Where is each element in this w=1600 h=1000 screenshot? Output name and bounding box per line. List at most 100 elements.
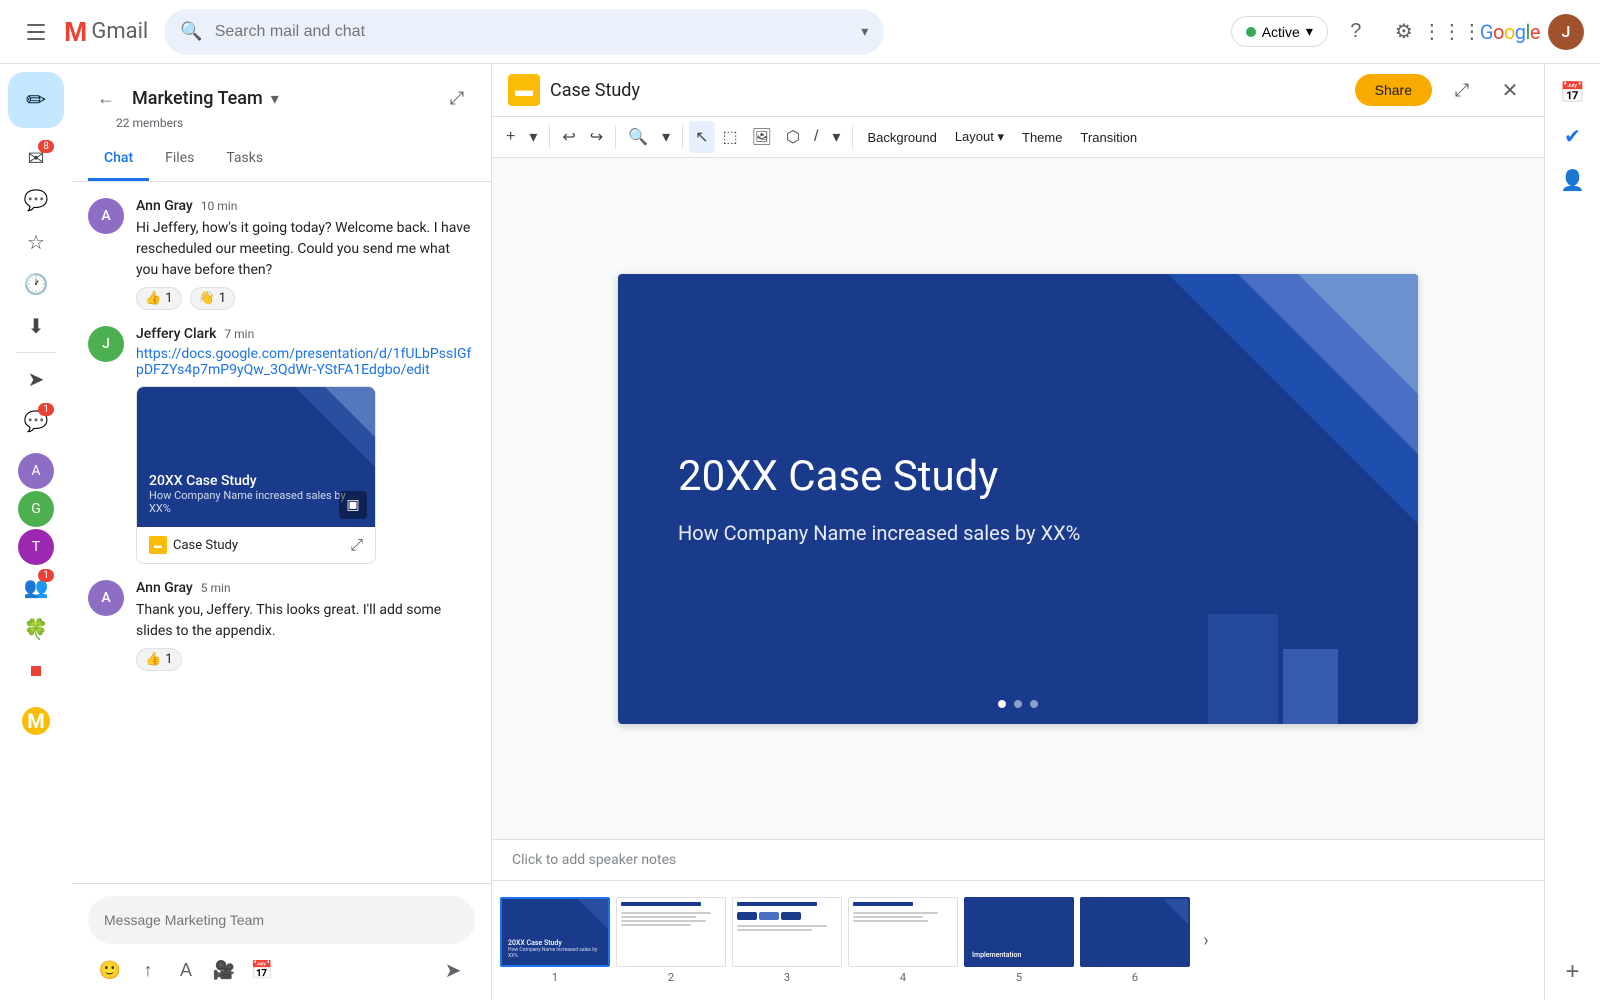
chat-icon: 💬 <box>24 188 49 212</box>
emoji-button[interactable]: 🙂 <box>92 952 128 988</box>
select-tool-button[interactable]: ↖ <box>689 121 714 153</box>
line-dropdown-button[interactable]: ▾ <box>826 121 846 153</box>
format-button[interactable]: A <box>168 952 204 988</box>
filmstrip-tri-6 <box>1163 899 1188 924</box>
hamburger-button[interactable] <box>16 12 56 52</box>
help-button[interactable]: ? <box>1336 12 1376 52</box>
attachment-subtitle: How Company Name increased sales by XX% <box>149 489 363 515</box>
search-icon: 🔍 <box>180 21 202 42</box>
contact-avatar-2[interactable]: G <box>18 491 54 527</box>
expand-button[interactable]: ⤢ <box>439 80 475 116</box>
clock-icon: 🕐 <box>24 272 49 296</box>
sidebar-item-starred[interactable]: ☆ <box>16 222 56 262</box>
filmstrip-lines-2 <box>617 898 725 930</box>
message-text-1: Hi Jeffery, how's it going today? Welcom… <box>136 218 475 281</box>
filmstrip-lines-4 <box>849 898 957 926</box>
filmstrip-next-button[interactable]: › <box>1196 930 1216 951</box>
transition-button[interactable]: Transition <box>1072 121 1145 153</box>
redo-button[interactable]: ↪ <box>584 121 609 153</box>
send-button[interactable]: ➤ <box>435 952 471 988</box>
filmstrip-item-2[interactable]: 2 <box>616 897 726 984</box>
right-add-button[interactable]: + <box>1553 952 1593 992</box>
chat-title-dropdown[interactable]: ▾ <box>271 89 279 108</box>
filmstrip-slide-1: 20XX Case Study How Company Name increas… <box>500 897 610 967</box>
filmstrip-item-4[interactable]: 4 <box>848 897 958 984</box>
sidebar-item-red[interactable] <box>16 651 56 691</box>
right-calendar-button[interactable]: 📅 <box>1553 72 1593 112</box>
filmstrip-item-5[interactable]: Implementation 5 <box>964 897 1074 984</box>
sidebar-item-m-avatar[interactable]: M <box>16 701 56 741</box>
slide-triangle-3 <box>1298 274 1418 394</box>
background-button[interactable]: Background <box>859 121 944 153</box>
sidebar-item-groups[interactable]: 👥 1 <box>16 567 56 607</box>
contact-avatar-3[interactable]: T <box>18 529 54 565</box>
text-box-button[interactable]: ⬚ <box>717 121 744 153</box>
archive-icon: ⬇ <box>28 314 45 338</box>
theme-button[interactable]: Theme <box>1014 121 1070 153</box>
reaction-thumbsup-1[interactable]: 👍 1 <box>136 287 182 310</box>
zoom-button[interactable]: 🔍 <box>622 121 654 153</box>
back-button[interactable]: ← <box>88 80 124 116</box>
sidebar-item-recent[interactable]: 🕐 <box>16 264 56 304</box>
reactions-1: 👍 1 👋 1 <box>136 287 475 310</box>
tab-tasks[interactable]: Tasks <box>210 138 279 181</box>
top-nav: M Gmail 🔍 ▾ Active ▾ ? ⚙ ⋮⋮⋮ Google J <box>0 0 1600 64</box>
calendar-add-button[interactable]: 📅 <box>244 952 280 988</box>
share-button[interactable]: Share <box>1355 74 1432 106</box>
message-content-1: Ann Gray 10 min Hi Jeffery, how's it goi… <box>136 198 475 310</box>
zoom-dropdown-button[interactable]: ▾ <box>656 121 676 153</box>
upload-button[interactable]: ↑ <box>130 952 166 988</box>
slides-document-title[interactable]: Case Study <box>550 80 640 101</box>
filmstrip-line-header <box>621 902 701 906</box>
chat-input-box <box>88 896 475 944</box>
right-contacts-button[interactable]: 👤 <box>1553 160 1593 200</box>
add-dropdown-button[interactable]: ▾ <box>523 121 543 153</box>
close-slides-button[interactable]: ✕ <box>1492 72 1528 108</box>
filmstrip-num-1: 1 <box>552 971 558 984</box>
shape-button[interactable]: ⬡ <box>780 121 806 153</box>
add-element-button[interactable]: + <box>500 121 521 153</box>
sidebar-item-send[interactable]: ➤ <box>16 359 56 399</box>
filmstrip-num-4: 4 <box>900 971 906 984</box>
toolbar-sep-3 <box>682 125 683 149</box>
filmstrip-item-1[interactable]: 20XX Case Study How Company Name increas… <box>500 897 610 984</box>
tab-files[interactable]: Files <box>149 138 210 181</box>
sidebar-item-rooms[interactable]: 💬 1 <box>16 401 56 441</box>
chat-input[interactable] <box>104 912 459 928</box>
undo-button[interactable]: ↩ <box>556 121 581 153</box>
reaction-emoji-2: 👋 <box>199 291 215 306</box>
reaction-wave-1[interactable]: 👋 1 <box>190 287 236 310</box>
filmstrip-item-6[interactable]: 6 <box>1080 897 1190 984</box>
reaction-thumbsup-3[interactable]: 👍 1 <box>136 648 182 671</box>
filmstrip-item-3[interactable]: 3 <box>732 897 842 984</box>
clover-icon: 🍀 <box>24 617 49 641</box>
contact-avatar-1[interactable]: A <box>18 453 54 489</box>
right-sidebar: 📅 ✔ 👤 + <box>1544 64 1600 1000</box>
search-input[interactable] <box>215 23 850 41</box>
layout-button[interactable]: Layout ▾ <box>947 121 1012 153</box>
attachment-name-area: ▬ Case Study <box>149 536 238 554</box>
message-link[interactable]: https://docs.google.com/presentation/d/1… <box>136 346 471 378</box>
image-button[interactable]: 🖼 <box>746 121 778 153</box>
sidebar-item-mail[interactable]: ✉ 8 <box>16 138 56 178</box>
sidebar-item-archive[interactable]: ⬇ <box>16 306 56 346</box>
speaker-notes[interactable]: Click to add speaker notes <box>492 839 1544 880</box>
search-dropdown-button[interactable]: ▾ <box>861 24 868 40</box>
ann-gray-avatar-1: A <box>88 198 124 234</box>
sidebar-item-chat[interactable]: 💬 <box>16 180 56 220</box>
message-time-3: 5 min <box>201 581 231 595</box>
settings-button[interactable]: ⚙ <box>1384 12 1424 52</box>
right-tasks-button[interactable]: ✔ <box>1553 116 1593 156</box>
attachment-open-button[interactable]: ⤢ <box>350 535 363 555</box>
sidebar-item-clover[interactable]: 🍀 <box>16 609 56 649</box>
active-status-button[interactable]: Active ▾ <box>1231 16 1328 47</box>
open-external-button[interactable]: ⤢ <box>1444 72 1480 108</box>
toolbar-sep-2 <box>615 125 616 149</box>
user-avatar[interactable]: J <box>1548 14 1584 50</box>
tab-chat[interactable]: Chat <box>88 138 149 181</box>
compose-button[interactable]: ✏ <box>8 72 64 128</box>
video-button[interactable]: 🎥 <box>206 952 242 988</box>
line-button[interactable]: / <box>808 121 824 153</box>
slide-canvas[interactable]: 20XX Case Study How Company Name increas… <box>618 274 1418 724</box>
apps-button[interactable]: ⋮⋮⋮ <box>1432 12 1472 52</box>
